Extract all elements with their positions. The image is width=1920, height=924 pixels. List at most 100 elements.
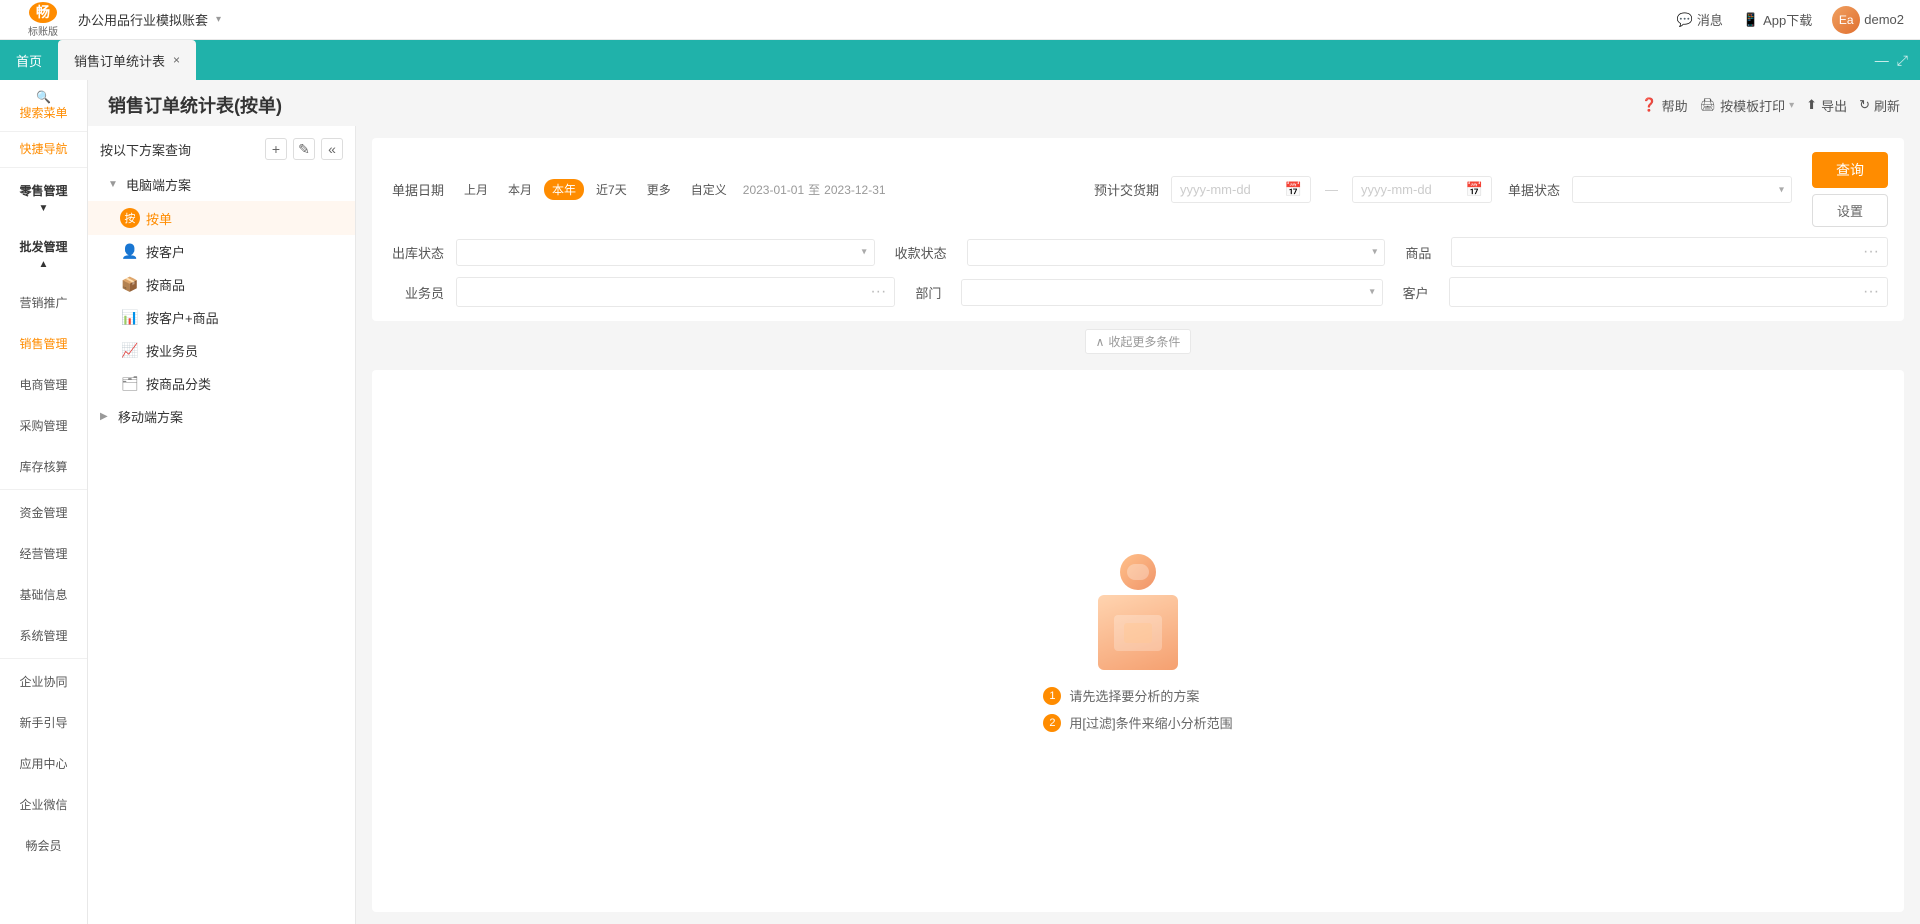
salesperson-input[interactable] <box>465 285 870 300</box>
sidebar-item-finance[interactable]: 资金管理 <box>0 492 87 533</box>
sidebar-item-wechat[interactable]: 企业微信 <box>0 784 87 825</box>
expected-date-end-input[interactable]: 📅 <box>1352 176 1492 203</box>
product-input[interactable] <box>1460 245 1863 260</box>
tree-item-by-customer[interactable]: 👤 按客户 <box>88 235 355 268</box>
sidebar: 🔍 搜索菜单 快捷导航 零售管理 ▼ 批发管理 ▲ 营销推广 销售管理 电商管理… <box>0 80 88 924</box>
date-btn-this-month[interactable]: 本月 <box>500 179 540 200</box>
tab-sales-stat[interactable]: 销售订单统计表 × <box>58 40 196 80</box>
sidebar-item-newbie[interactable]: 新手引导 <box>0 702 87 743</box>
empty-box-screen <box>1114 615 1162 651</box>
sidebar-item-appcenter[interactable]: 应用中心 <box>0 743 87 784</box>
department-select[interactable] <box>961 279 1382 306</box>
tree-item-by-category[interactable]: 🗂 按商品分类 <box>88 367 355 400</box>
edit-scheme-button[interactable]: ✎ <box>293 138 315 160</box>
sidebar-item-basic[interactable]: 基础信息 <box>0 574 87 615</box>
action-buttons: 查询 设置 <box>1812 152 1888 227</box>
export-button[interactable]: ⬆ 导出 <box>1806 96 1847 115</box>
tree-item-by-order[interactable]: 按 按单 <box>88 201 355 235</box>
empty-illustration <box>1078 550 1198 670</box>
main-layout: 🔍 搜索菜单 快捷导航 零售管理 ▼ 批发管理 ▲ 营销推广 销售管理 电商管理… <box>0 80 1920 924</box>
tab-close-icon[interactable]: × <box>173 53 180 67</box>
collapse-label: 收起更多条件 <box>1108 333 1180 350</box>
minimize-icon[interactable]: — <box>1875 52 1889 68</box>
sidebar-item-inventory[interactable]: 库存核算 <box>0 446 87 487</box>
help-button[interactable]: ❓ 帮助 <box>1641 96 1687 115</box>
hint-1-num: 1 <box>1043 687 1061 705</box>
message-button[interactable]: 💬 消息 <box>1677 10 1723 29</box>
date-btn-last-month[interactable]: 上月 <box>456 179 496 200</box>
sidebar-item-enterprise[interactable]: 企业协同 <box>0 661 87 702</box>
date-btn-last7[interactable]: 近7天 <box>588 179 635 200</box>
date-range-display: 2023-01-01 至 2023-12-31 <box>743 181 886 198</box>
sidebar-item-system[interactable]: 系统管理 <box>0 615 87 656</box>
expected-date-end-field[interactable] <box>1361 182 1462 197</box>
tree-item-by-customer-product[interactable]: 📊 按客户+商品 <box>88 301 355 334</box>
customer-dots-icon[interactable]: ··· <box>1863 283 1879 301</box>
doc-status-select[interactable] <box>1572 176 1792 203</box>
search-label: 搜索菜单 <box>8 104 79 121</box>
user-profile[interactable]: Ea demo2 <box>1832 6 1904 34</box>
expected-date-start-input[interactable]: 📅 <box>1171 176 1311 203</box>
wechat-label: 企业微信 <box>19 796 67 813</box>
date-btn-this-year[interactable]: 本年 <box>544 179 584 200</box>
delivery-status-select[interactable] <box>456 239 875 266</box>
retail-arrow-icon: ▼ <box>39 203 49 214</box>
maximize-icon[interactable]: ⤢ <box>1897 52 1908 69</box>
sidebar-item-member[interactable]: 畅会员 <box>0 825 87 866</box>
filter-row-3: 业务员 ··· 部门 ▾ 客户 <box>388 277 1888 307</box>
sidebar-item-retail[interactable]: 零售管理 ▼ <box>0 170 87 226</box>
settings-button[interactable]: 设置 <box>1812 194 1888 227</box>
wholesale-arrow-icon: ▲ <box>39 259 49 270</box>
sidebar-item-purchase[interactable]: 采购管理 <box>0 405 87 446</box>
app-download-button[interactable]: 📱 App下载 <box>1743 10 1812 29</box>
department-label: 部门 <box>907 283 949 302</box>
date-btn-custom[interactable]: 自定义 <box>683 179 735 200</box>
date-dash: — <box>1323 182 1340 197</box>
sidebar-item-wholesale[interactable]: 批发管理 ▲ <box>0 226 87 282</box>
calendar-end-icon[interactable]: 📅 <box>1466 181 1483 198</box>
sidebar-item-operations[interactable]: 经营管理 <box>0 533 87 574</box>
sidebar-item-sales[interactable]: 销售管理 <box>0 323 87 364</box>
app-title: 办公用品行业模拟账套 <box>78 10 208 29</box>
refresh-label: 刷新 <box>1874 96 1900 115</box>
app-dropdown-icon[interactable]: ▾ <box>216 14 221 25</box>
date-btn-more[interactable]: 更多 <box>639 179 679 200</box>
sidebar-quick-nav[interactable]: 快捷导航 <box>0 132 87 165</box>
marketing-label: 营销推广 <box>19 294 67 311</box>
customer-input[interactable] <box>1458 285 1863 300</box>
tab-home-label: 首页 <box>16 51 42 70</box>
inner-layout: 按以下方案查询 + ✎ « ▼ 电脑端方案 按 按单 <box>88 126 1920 924</box>
payment-status-select[interactable] <box>967 239 1386 266</box>
expected-date-start-field[interactable] <box>1180 182 1281 197</box>
search-icon: 🔍 <box>36 90 51 104</box>
help-icon: ❓ <box>1641 97 1657 113</box>
refresh-button[interactable]: ↻ 刷新 <box>1859 96 1900 115</box>
tree-expand-mobile-icon: ▶ <box>100 411 112 422</box>
customer-input-wrapper: ··· <box>1449 277 1888 307</box>
sidebar-item-marketing[interactable]: 营销推广 <box>0 282 87 323</box>
tab-home[interactable]: 首页 <box>0 40 58 80</box>
quick-nav-label: 快捷导航 <box>19 142 67 156</box>
calendar-start-icon[interactable]: 📅 <box>1285 181 1302 198</box>
tree-icon-salesperson: 📈 <box>120 342 140 359</box>
tree-section-mobile[interactable]: ▶ 移动端方案 <box>88 400 355 433</box>
topbar-left: 畅 标账版 办公用品行业模拟账套 ▾ <box>16 2 221 38</box>
newbie-label: 新手引导 <box>19 714 67 731</box>
product-dots-icon[interactable]: ··· <box>1863 243 1879 261</box>
print-button[interactable]: 🖨 按模板打印 ▾ <box>1700 96 1795 115</box>
department-select-wrapper: ▾ <box>961 279 1382 306</box>
collapse-panel-button[interactable]: « <box>321 138 343 160</box>
add-scheme-button[interactable]: + <box>265 138 287 160</box>
tree-section-desktop[interactable]: ▼ 电脑端方案 <box>88 168 355 201</box>
tree-item-by-product[interactable]: 📦 按商品 <box>88 268 355 301</box>
tree-item-by-salesperson[interactable]: 📈 按业务员 <box>88 334 355 367</box>
sidebar-item-ecommerce[interactable]: 电商管理 <box>0 364 87 405</box>
collapse-button[interactable]: ∧ 收起更多条件 <box>1085 329 1192 354</box>
salesperson-dots-icon[interactable]: ··· <box>870 283 886 301</box>
query-button[interactable]: 查询 <box>1812 152 1888 188</box>
delivery-status-select-wrapper: ▾ <box>456 239 875 266</box>
empty-state: 1 请先选择要分析的方案 2 用[过滤]条件来缩小分析范围 <box>372 370 1904 912</box>
app-download-label: App下载 <box>1763 10 1812 29</box>
customer-label: 客户 <box>1395 283 1437 302</box>
sidebar-search[interactable]: 🔍 搜索菜单 <box>0 80 87 132</box>
